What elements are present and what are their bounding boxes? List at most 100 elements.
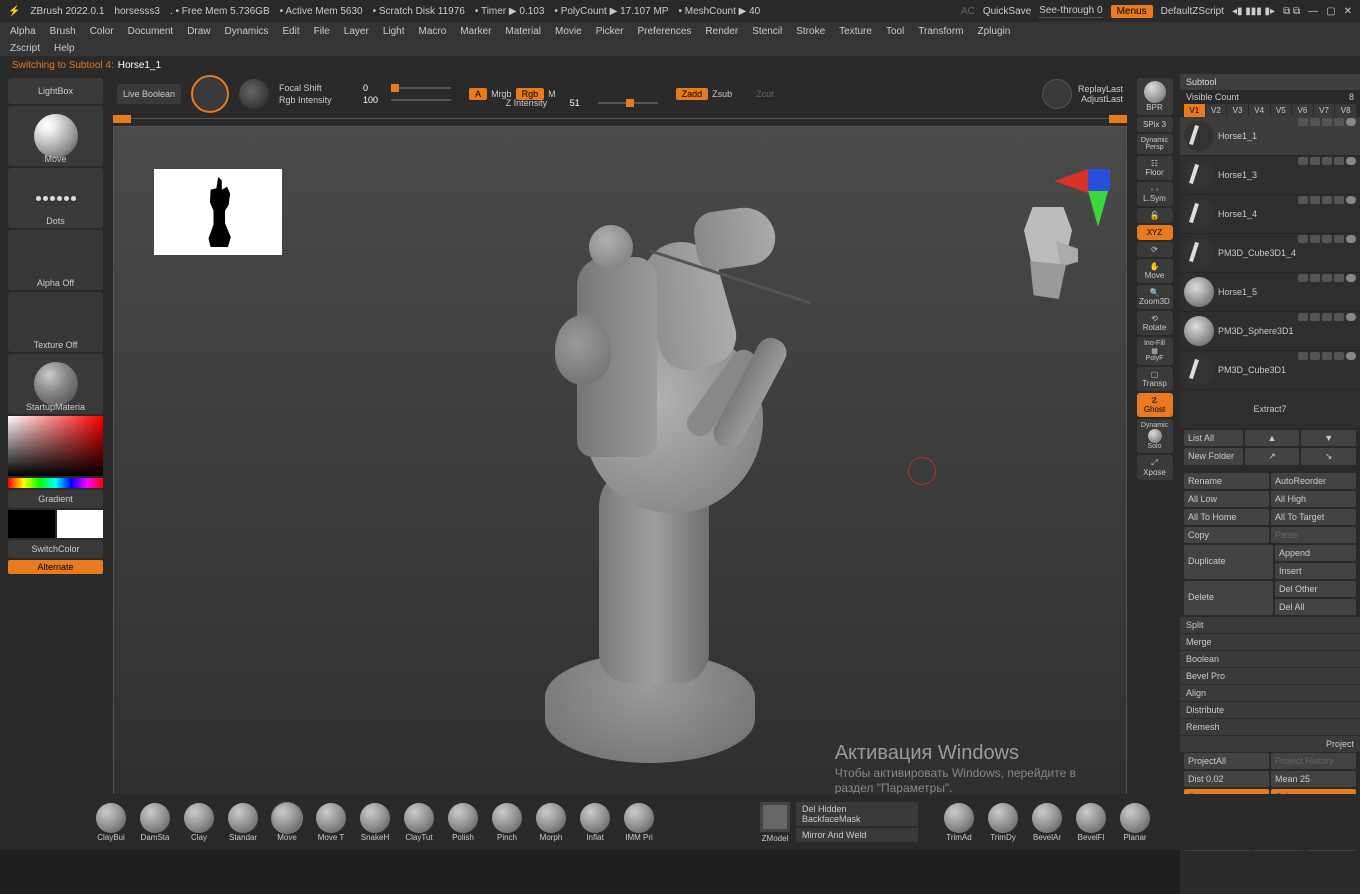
- subtool-row[interactable]: Horse1_5: [1180, 273, 1360, 312]
- delother-button[interactable]: Del Other: [1275, 581, 1356, 597]
- menu-picker[interactable]: Picker: [596, 26, 624, 37]
- reset-view-button[interactable]: ⟳: [1137, 242, 1173, 257]
- menu-movie[interactable]: Movie: [555, 26, 582, 37]
- swatch-row[interactable]: [8, 510, 103, 538]
- zmodeler-button[interactable]: ZModel: [760, 802, 790, 843]
- menu-document[interactable]: Document: [128, 26, 174, 37]
- adjustlast-button[interactable]: AdjustLast: [1078, 94, 1123, 104]
- brush-damstandard[interactable]: DamSta: [136, 803, 174, 842]
- menu-light[interactable]: Light: [383, 26, 405, 37]
- alpha-thumb[interactable]: Alpha Off: [8, 230, 103, 290]
- brush-trimadaptive[interactable]: TrimAd: [940, 803, 978, 842]
- vtab-6[interactable]: V6: [1292, 104, 1313, 117]
- allhigh-button[interactable]: All High: [1271, 491, 1356, 507]
- move-nav-button[interactable]: ✋Move: [1137, 259, 1173, 283]
- merge-section[interactable]: Merge: [1180, 634, 1360, 650]
- brush-clay[interactable]: Clay: [180, 803, 218, 842]
- texture-thumb[interactable]: Texture Off: [8, 292, 103, 352]
- menu-macro[interactable]: Macro: [419, 26, 447, 37]
- menu-layer[interactable]: Layer: [344, 26, 369, 37]
- remesh-section[interactable]: Remesh: [1180, 719, 1360, 735]
- menu-color[interactable]: Color: [90, 26, 114, 37]
- brush-claytubes[interactable]: ClayTut: [400, 803, 438, 842]
- lowpoly-head-preview[interactable]: [1006, 207, 1086, 307]
- vtab-3[interactable]: V3: [1227, 104, 1248, 117]
- subtool-row[interactable]: Horse1_4: [1180, 195, 1360, 234]
- insert-button[interactable]: Insert: [1275, 563, 1356, 579]
- ghost-button[interactable]: ☡Ghost: [1137, 393, 1173, 417]
- history-icons[interactable]: ◂▮ ▮▮▮ ▮▸: [1232, 6, 1275, 17]
- brush-bevelflat[interactable]: BevelFl: [1072, 803, 1110, 842]
- zadd-chip[interactable]: Zadd: [676, 88, 709, 100]
- append-button[interactable]: Append: [1275, 545, 1356, 561]
- folderdown-button[interactable]: ↘: [1301, 448, 1356, 465]
- delete-button[interactable]: Delete: [1184, 581, 1273, 615]
- a-chip[interactable]: A: [469, 88, 487, 100]
- brush-thumb[interactable]: Move: [8, 106, 103, 166]
- swatch-white[interactable]: [57, 510, 104, 538]
- distribute-section[interactable]: Distribute: [1180, 702, 1360, 718]
- vtab-2[interactable]: V2: [1206, 104, 1227, 117]
- material-thumb[interactable]: StartupMateria: [8, 354, 103, 414]
- menu-help[interactable]: Help: [54, 43, 75, 54]
- lock-button[interactable]: 🔓: [1137, 208, 1173, 223]
- rgb-intensity-value[interactable]: 100: [363, 95, 387, 105]
- delall-button[interactable]: Del All: [1275, 599, 1356, 615]
- menu-transform[interactable]: Transform: [918, 26, 963, 37]
- ruler-end[interactable]: [1109, 115, 1127, 123]
- menu-render[interactable]: Render: [705, 26, 738, 37]
- vtab-5[interactable]: V5: [1271, 104, 1292, 117]
- brush-ring-icon[interactable]: [191, 75, 229, 113]
- align-section[interactable]: Align: [1180, 685, 1360, 701]
- subtool-row[interactable]: Extract7: [1180, 390, 1360, 429]
- menu-edit[interactable]: Edit: [282, 26, 299, 37]
- listall-button[interactable]: List All: [1184, 430, 1243, 446]
- brush-trimdynamic[interactable]: TrimDy: [984, 803, 1022, 842]
- vtab-7[interactable]: V7: [1314, 104, 1335, 117]
- duplicate-button[interactable]: Duplicate: [1184, 545, 1273, 579]
- projectall-button[interactable]: ProjectAll: [1184, 753, 1269, 769]
- alternate-button[interactable]: Alternate: [8, 560, 103, 574]
- moveup-button[interactable]: ▲: [1245, 430, 1300, 446]
- hue-strip[interactable]: [8, 478, 103, 488]
- alltotarget-button[interactable]: All To Target: [1271, 509, 1356, 525]
- solo-button[interactable]: DynamicSolo: [1137, 419, 1173, 453]
- bevelpro-section[interactable]: Bevel Pro: [1180, 668, 1360, 684]
- brush-move[interactable]: Move: [268, 803, 306, 842]
- close-icon[interactable]: ✕: [1344, 6, 1352, 17]
- default-zscript[interactable]: DefaultZScript: [1161, 6, 1224, 17]
- alllow-button[interactable]: All Low: [1184, 491, 1269, 507]
- menu-zplugin[interactable]: Zplugin: [978, 26, 1011, 37]
- menu-alpha[interactable]: Alpha: [10, 26, 36, 37]
- menu-file[interactable]: File: [314, 26, 330, 37]
- xyz-button[interactable]: XYZ: [1137, 225, 1173, 240]
- brush-claybuildup[interactable]: ClayBui: [92, 803, 130, 842]
- zoom3d-button[interactable]: 🔍Zoom3D: [1137, 285, 1173, 309]
- brush-planar[interactable]: Planar: [1116, 803, 1154, 842]
- quicksave-button[interactable]: QuickSave: [983, 6, 1031, 17]
- brush-standard[interactable]: Standar: [224, 803, 262, 842]
- maximize-icon[interactable]: ▢: [1326, 6, 1335, 17]
- menu-brush[interactable]: Brush: [50, 26, 76, 37]
- rename-button[interactable]: Rename: [1184, 473, 1269, 489]
- spix-slider[interactable]: SPix 3: [1137, 117, 1173, 132]
- menu-stroke[interactable]: Stroke: [796, 26, 825, 37]
- boolean-section[interactable]: Boolean: [1180, 651, 1360, 667]
- vtab-4[interactable]: V4: [1249, 104, 1270, 117]
- z-intensity-value[interactable]: 51: [570, 98, 594, 108]
- movedown-button[interactable]: ▼: [1301, 430, 1356, 446]
- minimize-icon[interactable]: —: [1308, 6, 1318, 17]
- stroke-thumb[interactable]: Dots: [8, 168, 103, 228]
- gyro-ring-icon[interactable]: [239, 79, 269, 109]
- autoreorder-button[interactable]: AutoReorder: [1271, 473, 1356, 489]
- replaylast-button[interactable]: ReplayLast: [1078, 84, 1123, 94]
- polyf-button[interactable]: Ino-Fill▦PolyF: [1137, 337, 1173, 365]
- brush-movetopo[interactable]: Move T: [312, 803, 350, 842]
- seethrough-slider[interactable]: See-through 0: [1039, 5, 1102, 18]
- brush-bevelarc[interactable]: BevelAr: [1028, 803, 1066, 842]
- project-section[interactable]: Project: [1180, 736, 1360, 752]
- vtab-8[interactable]: V8: [1335, 104, 1356, 117]
- mirror-dropdown[interactable]: Mirror And Weld: [796, 828, 918, 842]
- reference-thumb[interactable]: [154, 169, 282, 255]
- copy-button[interactable]: Copy: [1184, 527, 1269, 543]
